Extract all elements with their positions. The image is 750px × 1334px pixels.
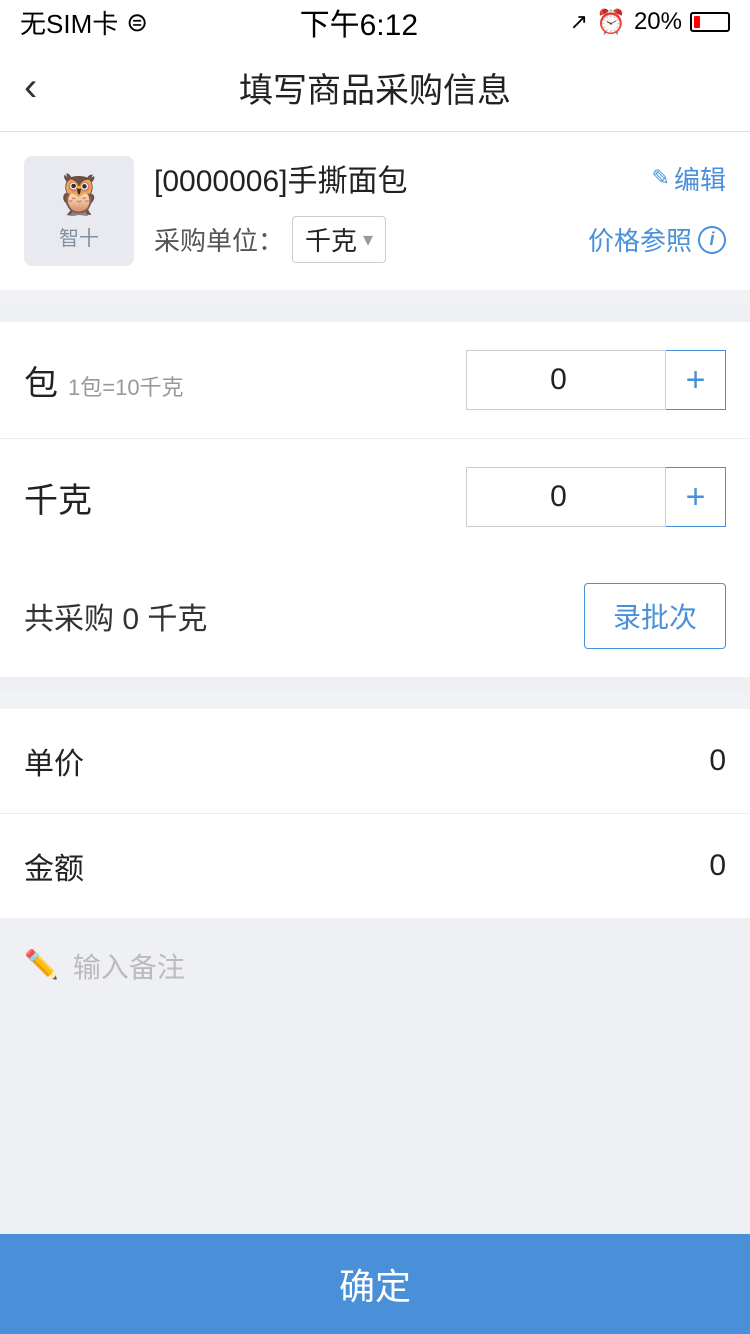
unit-price-label: 单价 <box>24 739 84 783</box>
product-name: [0000006]手撕面包 <box>154 156 407 200</box>
product-image-label: 智十 <box>54 222 104 251</box>
edit-button[interactable]: ✎ 编辑 <box>652 160 726 197</box>
product-image: 🦉 智十 <box>24 156 134 266</box>
bao-label: 包 <box>24 356 58 405</box>
summary-text: 共采购 0 千克 <box>24 594 207 638</box>
unit-label: 采购单位： <box>154 221 284 258</box>
kg-input-control: + <box>466 467 726 527</box>
chevron-down-icon: ▾ <box>363 227 373 252</box>
summary-row: 共采购 0 千克 录批次 <box>0 555 750 677</box>
info-section: 单价 0 金额 0 <box>0 709 750 918</box>
section-divider-2 <box>0 677 750 693</box>
bao-qty-input[interactable] <box>466 350 666 410</box>
confirm-button[interactable]: 确定 <box>0 1234 750 1334</box>
alarm-icon: ⏰ <box>596 8 626 37</box>
bao-input-control: + <box>466 350 726 410</box>
spacer <box>0 1018 750 1234</box>
product-card: 🦉 智十 [0000006]手撕面包 ✎ 编辑 采购单位： 千克 ▾ 价格参照 … <box>0 132 750 290</box>
amount-row: 金额 0 <box>0 814 750 918</box>
product-unit-row: 采购单位： 千克 ▾ 价格参照 i <box>154 216 726 263</box>
input-section: 包 1包=10千克 + 千克 + <box>0 322 750 555</box>
wifi-icon: ⊜ <box>126 7 148 38</box>
edit-label: 编辑 <box>674 160 726 197</box>
input-row-kg: 千克 + <box>0 439 750 555</box>
price-ref-label: 价格参照 <box>588 221 692 258</box>
unit-value: 千克 <box>305 221 357 258</box>
bao-label-group: 包 1包=10千克 <box>24 356 184 405</box>
page-title: 填写商品采购信息 <box>239 63 511 112</box>
confirm-label: 确定 <box>339 1258 411 1310</box>
bao-sublabel: 1包=10千克 <box>68 370 184 402</box>
status-time: 下午6:12 <box>300 0 418 44</box>
status-bar: 无SIM卡 ⊜ 下午6:12 ↗ ⏰ 20% <box>0 0 750 44</box>
remark-section[interactable]: ✏️ 输入备注 <box>0 918 750 1018</box>
input-row-bao: 包 1包=10千克 + <box>0 322 750 439</box>
unit-price-value: 0 <box>709 744 726 778</box>
kg-plus-button[interactable]: + <box>666 467 726 527</box>
bao-plus-button[interactable]: + <box>666 350 726 410</box>
kg-qty-input[interactable] <box>466 467 666 527</box>
price-ref-button[interactable]: 价格参照 i <box>588 221 726 258</box>
back-button[interactable]: ‹ <box>24 65 37 110</box>
kg-label-group: 千克 <box>24 473 92 522</box>
remark-placeholder: 输入备注 <box>73 946 185 986</box>
batch-button[interactable]: 录批次 <box>584 583 726 649</box>
kg-label: 千克 <box>24 473 92 522</box>
unit-select[interactable]: 千克 ▾ <box>292 216 386 263</box>
status-right: ↗ ⏰ 20% <box>570 8 730 37</box>
amount-value: 0 <box>709 849 726 883</box>
battery-pct: 20% <box>634 8 682 36</box>
unit-price-row: 单价 0 <box>0 709 750 814</box>
product-header: [0000006]手撕面包 ✎ 编辑 <box>154 156 726 200</box>
location-icon: ↗ <box>570 9 588 35</box>
nav-bar: ‹ 填写商品采购信息 <box>0 44 750 132</box>
product-info: [0000006]手撕面包 ✎ 编辑 采购单位： 千克 ▾ 价格参照 i <box>154 156 726 263</box>
info-icon: i <box>698 226 726 254</box>
status-left: 无SIM卡 ⊜ <box>20 4 148 41</box>
section-divider-1 <box>0 306 750 322</box>
edit-icon: ✎ <box>652 165 670 191</box>
battery-icon <box>690 12 730 32</box>
product-owl-icon: 🦉 <box>54 171 104 218</box>
carrier-label: 无SIM卡 <box>20 4 118 41</box>
pencil-icon: ✏️ <box>24 948 59 981</box>
amount-label: 金额 <box>24 844 84 888</box>
